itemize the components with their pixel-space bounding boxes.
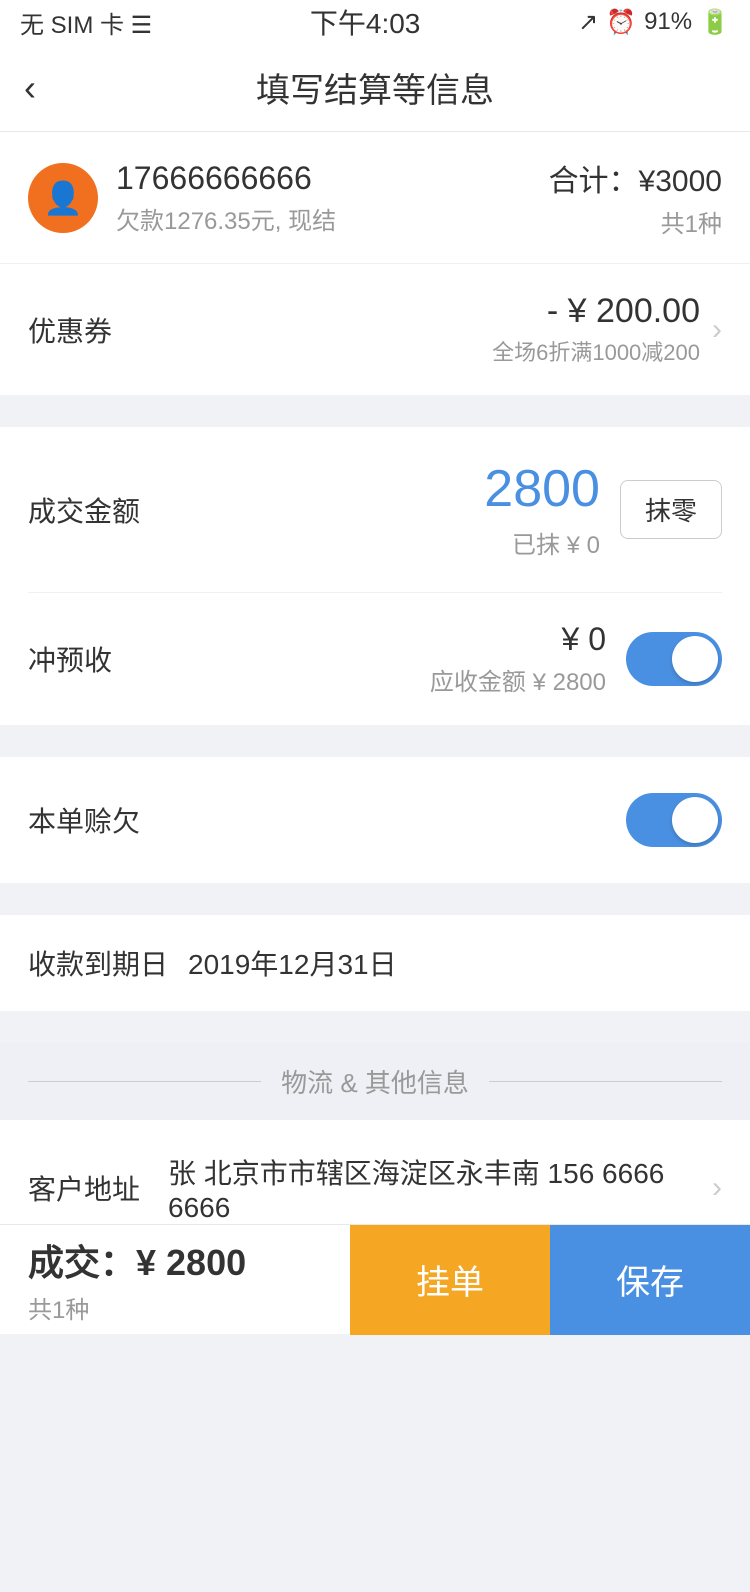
sim-status: 无 SIM 卡 ☰	[20, 5, 152, 40]
address-value: 张 北京市市辖区海淀区永丰南 156 6666 6666	[168, 1152, 692, 1224]
deal-amount-sub: 已抹 ¥ 0	[484, 525, 600, 560]
avatar: 👤	[28, 163, 98, 233]
address-label: 客户地址	[28, 1168, 148, 1208]
user-details: 17666666666 欠款1276.35元, 现结	[116, 160, 336, 236]
back-button[interactable]: ‹	[24, 67, 36, 109]
due-date-row: 收款到期日 2019年12月31日	[28, 943, 722, 983]
coupon-value-col: - ¥ 200.00 全场6折满1000减200	[492, 292, 700, 367]
status-right: ↗ ⏰ 91% 🔋	[578, 8, 730, 37]
user-sub-info: 欠款1276.35元, 现结	[116, 201, 336, 236]
nav-bar: ‹ 填写结算等信息	[0, 44, 750, 132]
status-left: 无 SIM 卡 ☰	[20, 5, 152, 40]
battery-icon: 🔋	[700, 8, 730, 37]
status-bar: 无 SIM 卡 ☰ 下午4:03 ↗ ⏰ 91% 🔋	[0, 0, 750, 44]
separator-1	[0, 411, 750, 427]
round-off-button[interactable]: 抹零	[620, 480, 722, 539]
main-content: 👤 17666666666 欠款1276.35元, 现结 合计：¥3000 共1…	[0, 132, 750, 1592]
save-button[interactable]: 保存	[550, 1225, 750, 1335]
prepay-value: ¥ 0	[430, 621, 606, 658]
hang-order-button[interactable]: 挂单	[350, 1225, 550, 1335]
coupon-value: - ¥ 200.00	[492, 292, 700, 331]
coupon-row[interactable]: 优惠券 - ¥ 200.00 全场6折满1000减200 ›	[0, 263, 750, 395]
divider-line-left	[28, 1081, 261, 1082]
page-title: 填写结算等信息	[256, 63, 494, 112]
user-left: 👤 17666666666 欠款1276.35元, 现结	[28, 160, 336, 236]
bottom-count: 共1种	[28, 1290, 322, 1325]
coupon-desc: 全场6折满1000减200	[492, 335, 700, 367]
user-info-row: 👤 17666666666 欠款1276.35元, 现结 合计：¥3000 共1…	[0, 132, 750, 263]
deal-amount-right: 2800 已抹 ¥ 0 抹零	[484, 459, 722, 560]
debt-toggle[interactable]	[626, 793, 722, 847]
deal-amount-value: 2800	[484, 459, 600, 519]
separator-4	[0, 1027, 750, 1043]
prepay-value-col: ¥ 0 应收金额 ¥ 2800	[430, 621, 606, 697]
address-chevron-icon: ›	[712, 1171, 722, 1205]
debt-section: 本单赊欠	[0, 757, 750, 883]
alarm-icon: ⏰	[606, 8, 636, 37]
battery-level: 91%	[644, 8, 692, 36]
debt-label: 本单赊欠	[28, 800, 140, 840]
logistics-label: 物流 & 其他信息	[281, 1063, 469, 1100]
deal-amount-label: 成交金额	[28, 490, 140, 530]
prepay-label: 冲预收	[28, 639, 112, 679]
prepay-row: 冲预收 ¥ 0 应收金额 ¥ 2800	[28, 593, 722, 725]
deal-amount-row: 成交金额 2800 已抹 ¥ 0 抹零	[28, 427, 722, 593]
user-count: 共1种	[549, 204, 722, 239]
user-total: 合计：¥3000	[549, 156, 722, 200]
prepay-toggle[interactable]	[626, 632, 722, 686]
user-info-card: 👤 17666666666 欠款1276.35元, 现结 合计：¥3000 共1…	[0, 132, 750, 395]
debt-row: 本单赊欠	[28, 757, 722, 883]
user-phone: 17666666666	[116, 160, 336, 197]
prepay-sub: 应收金额 ¥ 2800	[430, 662, 606, 697]
avatar-icon: 👤	[43, 179, 83, 217]
status-time: 下午4:03	[310, 2, 421, 42]
separator-3	[0, 899, 750, 915]
location-icon: ↗	[578, 8, 598, 37]
logistics-divider: 物流 & 其他信息	[0, 1043, 750, 1120]
coupon-label: 优惠券	[28, 310, 112, 350]
bottom-bar: 成交：¥ 2800 共1种 挂单 保存	[0, 1224, 750, 1334]
due-date-section: 收款到期日 2019年12月31日	[0, 915, 750, 1011]
prepay-right: ¥ 0 应收金额 ¥ 2800	[430, 621, 722, 697]
due-date-value: 2019年12月31日	[188, 943, 397, 983]
bottom-deal-value: ¥ 2800	[136, 1242, 246, 1283]
bottom-summary: 成交：¥ 2800 共1种	[0, 1234, 350, 1325]
due-date-label: 收款到期日	[28, 943, 168, 983]
deal-amount-col: 2800 已抹 ¥ 0	[484, 459, 600, 560]
bottom-deal-label: 成交：¥ 2800	[28, 1234, 322, 1286]
separator-2	[0, 741, 750, 757]
chevron-right-icon: ›	[712, 313, 722, 347]
amount-section: 成交金额 2800 已抹 ¥ 0 抹零 冲预收 ¥ 0 应收金额 ¥ 2800	[0, 427, 750, 725]
divider-line-right	[489, 1081, 722, 1082]
user-total-info: 合计：¥3000 共1种	[549, 156, 722, 239]
